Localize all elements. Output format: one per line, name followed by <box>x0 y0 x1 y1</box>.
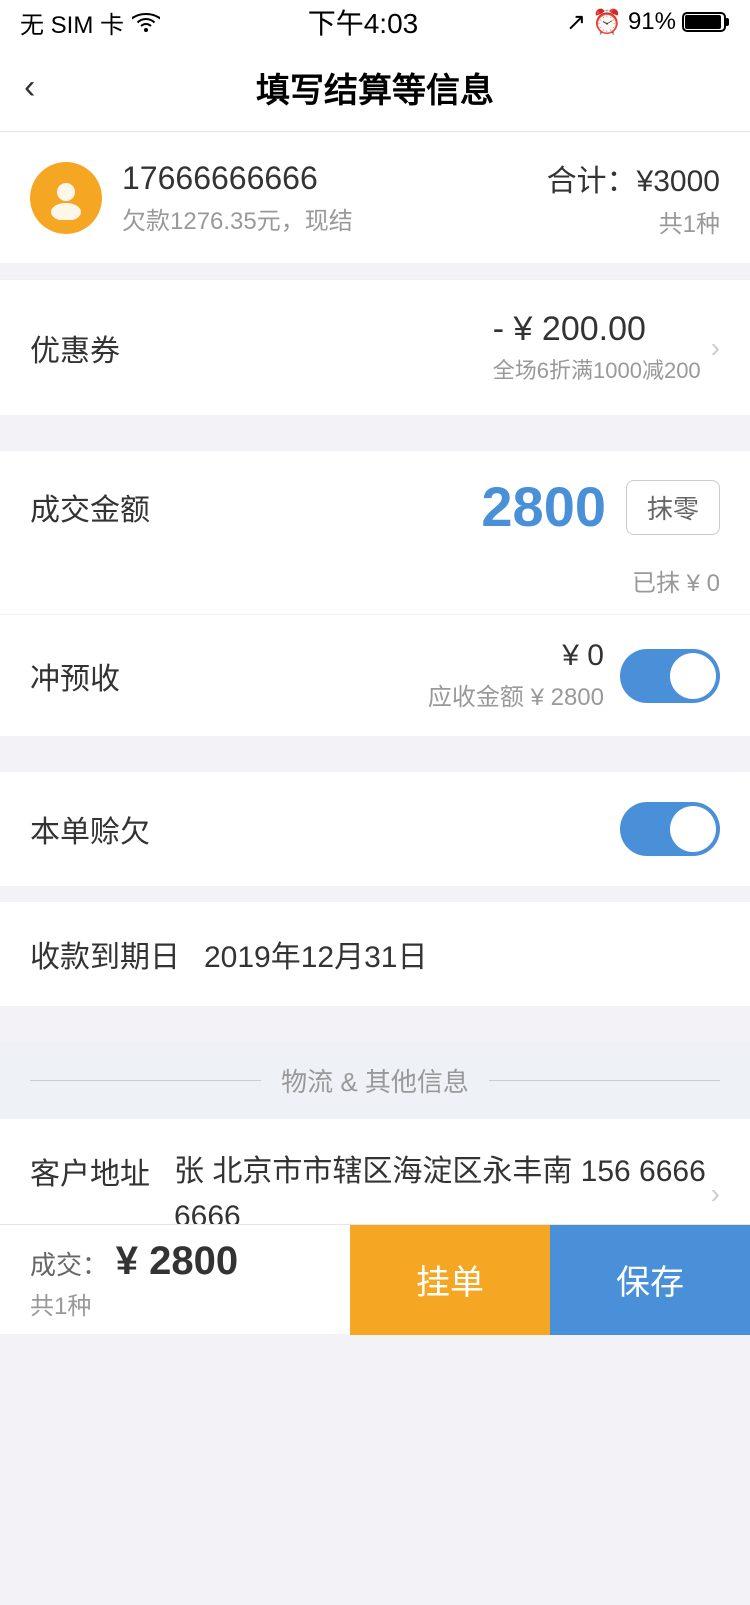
bad-debt-toggle[interactable] <box>620 802 720 856</box>
coupon-discount: - ¥ 200.00 <box>493 310 701 349</box>
toggle-knob <box>670 653 716 699</box>
bottom-trade-label: 成交： <box>30 1250 108 1280</box>
coupon-desc: 全场6折满1000减200 <box>493 353 701 385</box>
customer-phone: 17666666666 <box>122 160 353 197</box>
alarm-icon: ⏰ <box>592 8 622 37</box>
prepay-label: 冲预收 <box>30 654 120 698</box>
bottom-info: 成交： ¥ 2800 共1种 <box>0 1239 350 1321</box>
section-divider-2 <box>0 752 750 772</box>
carrier-label: 无 SIM 卡 <box>20 5 124 40</box>
battery-icon <box>682 11 730 33</box>
prepay-toggle[interactable] <box>620 649 720 703</box>
prepay-right: ¥ 0 应收金额 ¥ 2800 <box>428 639 720 712</box>
header-line-right <box>489 1080 720 1081</box>
bottom-count: 共1种 <box>30 1286 320 1321</box>
hang-button[interactable]: 挂单 <box>350 1225 550 1335</box>
trade-section: 成交金额 2800 抹零 已抹 ¥ 0 冲预收 ¥ 0 应收金额 ¥ 2800 <box>0 451 750 736</box>
address-arrow-icon: › <box>711 1178 720 1210</box>
trade-amount: 2800 <box>481 479 606 535</box>
coupon-value-block: - ¥ 200.00 全场6折满1000减200 <box>493 310 701 385</box>
bottom-bar: 成交： ¥ 2800 共1种 挂单 保存 <box>0 1224 750 1334</box>
time-label: 下午4:03 <box>308 2 419 42</box>
trade-row: 成交金额 2800 抹零 <box>0 451 750 563</box>
page-title: 填写结算等信息 <box>256 63 494 112</box>
status-bar: 无 SIM 卡 下午4:03 ↗ ⏰ 91% <box>0 0 750 44</box>
battery-label: 91% <box>628 8 676 36</box>
trade-right: 2800 抹零 <box>481 479 720 535</box>
due-date-value: 2019年12月31日 <box>204 932 427 976</box>
wifi-icon <box>132 12 160 32</box>
trade-sub: 已抹 ¥ 0 <box>0 563 750 614</box>
location-icon: ↗ <box>566 8 586 37</box>
customer-info: 17666666666 欠款1276.35元，现结 <box>122 160 353 236</box>
section-divider-3 <box>0 1022 750 1042</box>
customer-left: 17666666666 欠款1276.35元，现结 <box>30 160 353 236</box>
bottom-trade-amount: ¥ 2800 <box>116 1239 238 1283</box>
coupon-right: - ¥ 200.00 全场6折满1000减200 › <box>493 310 720 385</box>
due-date-row: 收款到期日 2019年12月31日 <box>0 902 750 1006</box>
back-button[interactable]: ‹ <box>24 68 35 107</box>
address-label: 客户地址 <box>30 1149 150 1193</box>
bad-debt-label: 本单赊欠 <box>30 807 150 851</box>
round-button[interactable]: 抹零 <box>626 480 720 535</box>
prepay-amount: ¥ 0 <box>428 639 604 673</box>
coupon-label: 优惠券 <box>30 326 120 370</box>
due-date-section: 收款到期日 2019年12月31日 <box>0 902 750 1006</box>
prepay-amount-block: ¥ 0 应收金额 ¥ 2800 <box>428 639 604 712</box>
customer-right: 合计：¥3000 共1种 <box>547 156 720 239</box>
section-divider-1 <box>0 431 750 451</box>
due-date-label: 收款到期日 <box>30 932 180 976</box>
avatar <box>30 162 102 234</box>
header-line-left <box>30 1080 261 1081</box>
total-amount: 合计：¥3000 <box>547 156 720 200</box>
save-button[interactable]: 保存 <box>550 1225 750 1335</box>
bad-debt-section: 本单赊欠 <box>0 772 750 886</box>
customer-desc: 欠款1276.35元，现结 <box>122 201 353 236</box>
logistics-header-text: 物流 & 其他信息 <box>261 1062 489 1099</box>
prepay-due: 应收金额 ¥ 2800 <box>428 677 604 712</box>
customer-info-row: 17666666666 欠款1276.35元，现结 合计：¥3000 共1种 <box>0 132 750 263</box>
content: 17666666666 欠款1276.35元，现结 合计：¥3000 共1种 优… <box>0 132 750 1605</box>
total-count: 共1种 <box>547 204 720 239</box>
bottom-trade-row: 成交： ¥ 2800 <box>30 1239 320 1284</box>
coupon-row[interactable]: 优惠券 - ¥ 200.00 全场6折满1000减200 › <box>0 279 750 415</box>
coupon-arrow-icon: › <box>711 332 720 364</box>
prepay-row: 冲预收 ¥ 0 应收金额 ¥ 2800 <box>0 614 750 736</box>
nav-bar: ‹ 填写结算等信息 <box>0 44 750 132</box>
bad-debt-toggle-knob <box>670 806 716 852</box>
status-right: ↗ ⏰ 91% <box>566 8 730 37</box>
logistics-header: 物流 & 其他信息 <box>0 1042 750 1119</box>
trade-label: 成交金额 <box>30 485 150 529</box>
bad-debt-row: 本单赊欠 <box>0 772 750 886</box>
status-left: 无 SIM 卡 <box>20 5 160 40</box>
